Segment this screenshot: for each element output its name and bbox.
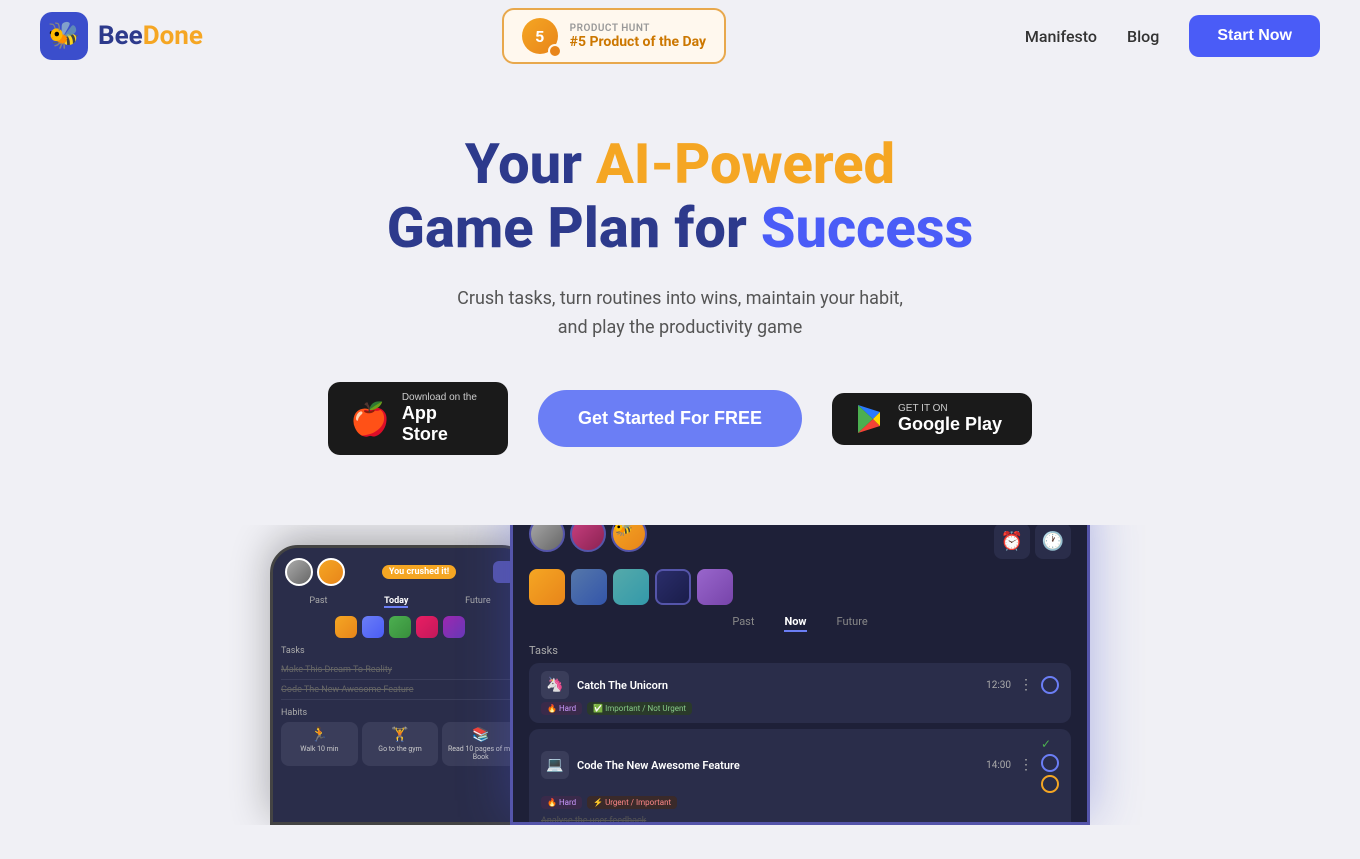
avatar-left-1 [285, 558, 313, 586]
tag-important-1: ✅ Important / Not Urgent [587, 702, 692, 715]
habit-icon-1: 🏃 [286, 727, 353, 743]
task-card-2-tags: 🔥 Hard ⚡ Urgent / Important [541, 796, 1059, 809]
badge-icon-1 [335, 616, 357, 638]
habit-icon-3: 📚 [447, 727, 514, 743]
header: 🐝 BeeDone 5 PRODUCT HUNT #5 Product of t… [0, 0, 1360, 72]
logo-icon: 🐝 [40, 12, 88, 60]
task-row-2: Code The New Awesome Feature ✕ [281, 680, 519, 700]
tag-hard-2: 🔥 Hard [541, 796, 582, 809]
routines-icons: ⏰ 🕐 [994, 525, 1071, 559]
task-card-1: 🦄 Catch The Unicorn 12:30 ⋮ 🔥 Hard ✅ Imp… [529, 663, 1071, 723]
habit-icon-2: 🏋️ [367, 727, 434, 743]
phone-mockup-left: You crushed it! Past Today Future Tasks … [270, 545, 530, 825]
tag-hard-1: 🔥 Hard [541, 702, 582, 715]
task-card-1-header: 🦄 Catch The Unicorn 12:30 ⋮ [541, 671, 1059, 699]
crushed-badge: You crushed it! [382, 565, 456, 579]
hero-subtitle: Crush tasks, turn routines into wins, ma… [20, 285, 1340, 343]
mockup-area: You crushed it! Past Today Future Tasks … [0, 525, 1360, 825]
habits-section-left: Habits 🏃 Walk 10 min 🏋️ Go to the gym 📚 … [273, 704, 527, 770]
badge-icons-right [513, 565, 1087, 609]
nav-manifesto[interactable]: Manifesto [1025, 27, 1097, 46]
phone-header-right: 🐝 Routines ⏰ 🕐 [513, 525, 1087, 565]
badge-right-3 [613, 569, 649, 605]
hero-section: Your AI-Powered Game Plan for Success Cr… [0, 72, 1360, 505]
nav-blog[interactable]: Blog [1127, 27, 1159, 46]
phone-icons-row-left [273, 612, 527, 642]
subtask-1: Analyse the user feedback [541, 814, 1059, 825]
app-store-text: Download on the App Store [402, 392, 486, 445]
tasks-right: Tasks 🦄 Catch The Unicorn 12:30 ⋮ 🔥 Hard [513, 638, 1087, 825]
product-hunt-text: PRODUCT HUNT #5 Product of the Day [570, 23, 706, 50]
avatar-right-2 [570, 525, 606, 552]
task-card-1-icon: 🦄 [541, 671, 569, 699]
badge-icon-5 [443, 616, 465, 638]
logo: 🐝 BeeDone [40, 12, 203, 60]
product-hunt-rank: 5 [522, 18, 558, 54]
cta-row: 🍎 Download on the App Store Get Started … [20, 382, 1340, 455]
task-status-2a [1041, 754, 1059, 772]
phone-mockup-right: 🐝 Routines ⏰ 🕐 Past Now Future Tasks [510, 525, 1090, 825]
app-store-button[interactable]: 🍎 Download on the App Store [328, 382, 508, 455]
phone-avatars-right: 🐝 [529, 525, 647, 552]
avatar-right-bee: 🐝 [611, 525, 647, 552]
routines-section-right: Routines ⏰ 🕐 [994, 525, 1071, 559]
phone-header-left: You crushed it! [273, 548, 527, 592]
subtasks: Analyse the user feedback Code the featu… [541, 809, 1059, 825]
badge-right-5 [697, 569, 733, 605]
badge-icon-4 [416, 616, 438, 638]
avatar-right-1 [529, 525, 565, 552]
tag-urgent-2: ⚡ Urgent / Important [587, 796, 677, 809]
phone-avatars-left [285, 558, 345, 586]
habit-card-2: 🏋️ Go to the gym [362, 722, 439, 766]
main-nav: Manifesto Blog Start Now [1025, 15, 1320, 57]
task-card-2-header: 💻 Code The New Awesome Feature 14:00 ⋮ ✓ [541, 737, 1059, 793]
hero-title-line2: Game Plan for Success [20, 196, 1340, 260]
badge-right-1 [529, 569, 565, 605]
task-row-1: Make This Dream To Reality ✓ [281, 660, 519, 680]
tasks-section-left: Tasks Make This Dream To Reality ✓ Code … [273, 642, 527, 704]
task-card-2-icon: 💻 [541, 751, 569, 779]
phone-nav-left: Past Today Future [273, 592, 527, 612]
task-card-2: 💻 Code The New Awesome Feature 14:00 ⋮ ✓ [529, 729, 1071, 825]
badge-right-2 [571, 569, 607, 605]
get-started-button[interactable]: Get Started For FREE [538, 390, 802, 447]
habits-row: 🏃 Walk 10 min 🏋️ Go to the gym 📚 Read 10… [281, 722, 519, 766]
google-play-text: GET IT ON Google Play [898, 403, 1002, 435]
logo-text: BeeDone [98, 21, 203, 51]
hero-title-line1: Your AI-Powered [20, 132, 1340, 196]
avatar-left-2 [317, 558, 345, 586]
google-play-icon [854, 403, 886, 435]
task-status-2b [1041, 775, 1059, 793]
apple-icon: 🍎 [350, 400, 390, 438]
badge-icon-3 [389, 616, 411, 638]
task-card-1-tags: 🔥 Hard ✅ Important / Not Urgent [541, 702, 1059, 715]
start-now-button[interactable]: Start Now [1189, 15, 1320, 57]
product-hunt-badge[interactable]: 5 PRODUCT HUNT #5 Product of the Day [502, 8, 726, 64]
subtask-check-icon: ✓ [1041, 737, 1059, 751]
task-card-1-dots: ⋮ [1019, 677, 1033, 693]
routine-icon-1: ⏰ [994, 525, 1030, 559]
routine-icon-2: 🕐 [1035, 525, 1071, 559]
hero-title: Your AI-Powered Game Plan for Success [20, 132, 1340, 261]
google-play-button[interactable]: GET IT ON Google Play [832, 393, 1032, 445]
badge-right-shield [655, 569, 691, 605]
badge-icon-2 [362, 616, 384, 638]
habit-card-1: 🏃 Walk 10 min [281, 722, 358, 766]
phone-nav-right: Past Now Future [513, 609, 1087, 638]
task-status-1 [1041, 676, 1059, 694]
ph-medal-icon [548, 44, 562, 58]
habit-card-3: 📚 Read 10 pages of my Book [442, 722, 519, 766]
task-card-2-dots: ⋮ [1019, 757, 1033, 773]
